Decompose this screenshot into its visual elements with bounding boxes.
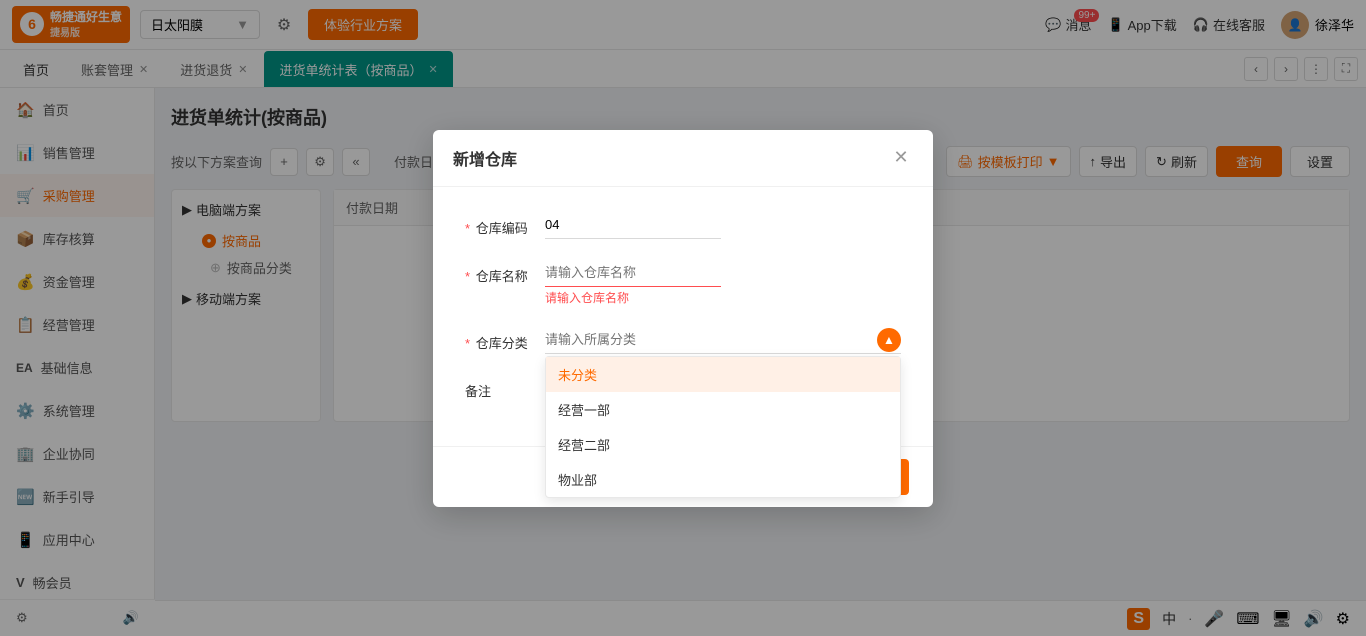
dropdown-arrow-btn[interactable]: ▲: [877, 328, 901, 352]
category-dropdown: ▲ 未分类 经营一部 经营二部 物业部: [545, 326, 901, 354]
option-dept2[interactable]: 经营二部: [546, 427, 900, 462]
code-label: * 仓库编码: [465, 211, 545, 237]
required-star: *: [465, 221, 470, 236]
option-unclassified[interactable]: 未分类: [546, 357, 900, 392]
code-field-wrap: [545, 211, 901, 239]
warehouse-code-input[interactable]: [545, 211, 721, 239]
name-field-wrap: 请输入仓库名称: [545, 259, 901, 306]
dialog-body: * 仓库编码 * 仓库名称 请输入仓库名称: [433, 187, 933, 446]
required-star3: *: [465, 336, 470, 351]
category-label: * 仓库分类: [465, 326, 545, 352]
form-row-category: * 仓库分类 ▲ 未分类 经营一部 经营二部 物业部: [465, 326, 901, 354]
option-dept3[interactable]: 物业部: [546, 462, 900, 497]
new-warehouse-dialog: 新增仓库 ✕ * 仓库编码 * 仓库名称: [433, 130, 933, 507]
form-row-code: * 仓库编码: [465, 211, 901, 239]
dialog-header: 新增仓库 ✕: [433, 130, 933, 187]
name-error-msg: 请输入仓库名称: [545, 289, 901, 306]
category-input[interactable]: [545, 326, 901, 354]
dialog-title: 新增仓库: [453, 146, 517, 170]
remark-label: 备注: [465, 374, 545, 400]
category-dropdown-list: 未分类 经营一部 经营二部 物业部: [545, 356, 901, 498]
option-dept1[interactable]: 经营一部: [546, 392, 900, 427]
required-star2: *: [465, 269, 470, 284]
form-row-name: * 仓库名称 请输入仓库名称: [465, 259, 901, 306]
modal-overlay: 新增仓库 ✕ * 仓库编码 * 仓库名称: [0, 0, 1366, 636]
dialog-close-btn[interactable]: ✕: [889, 146, 913, 170]
warehouse-name-input[interactable]: [545, 259, 721, 287]
name-label: * 仓库名称: [465, 259, 545, 285]
